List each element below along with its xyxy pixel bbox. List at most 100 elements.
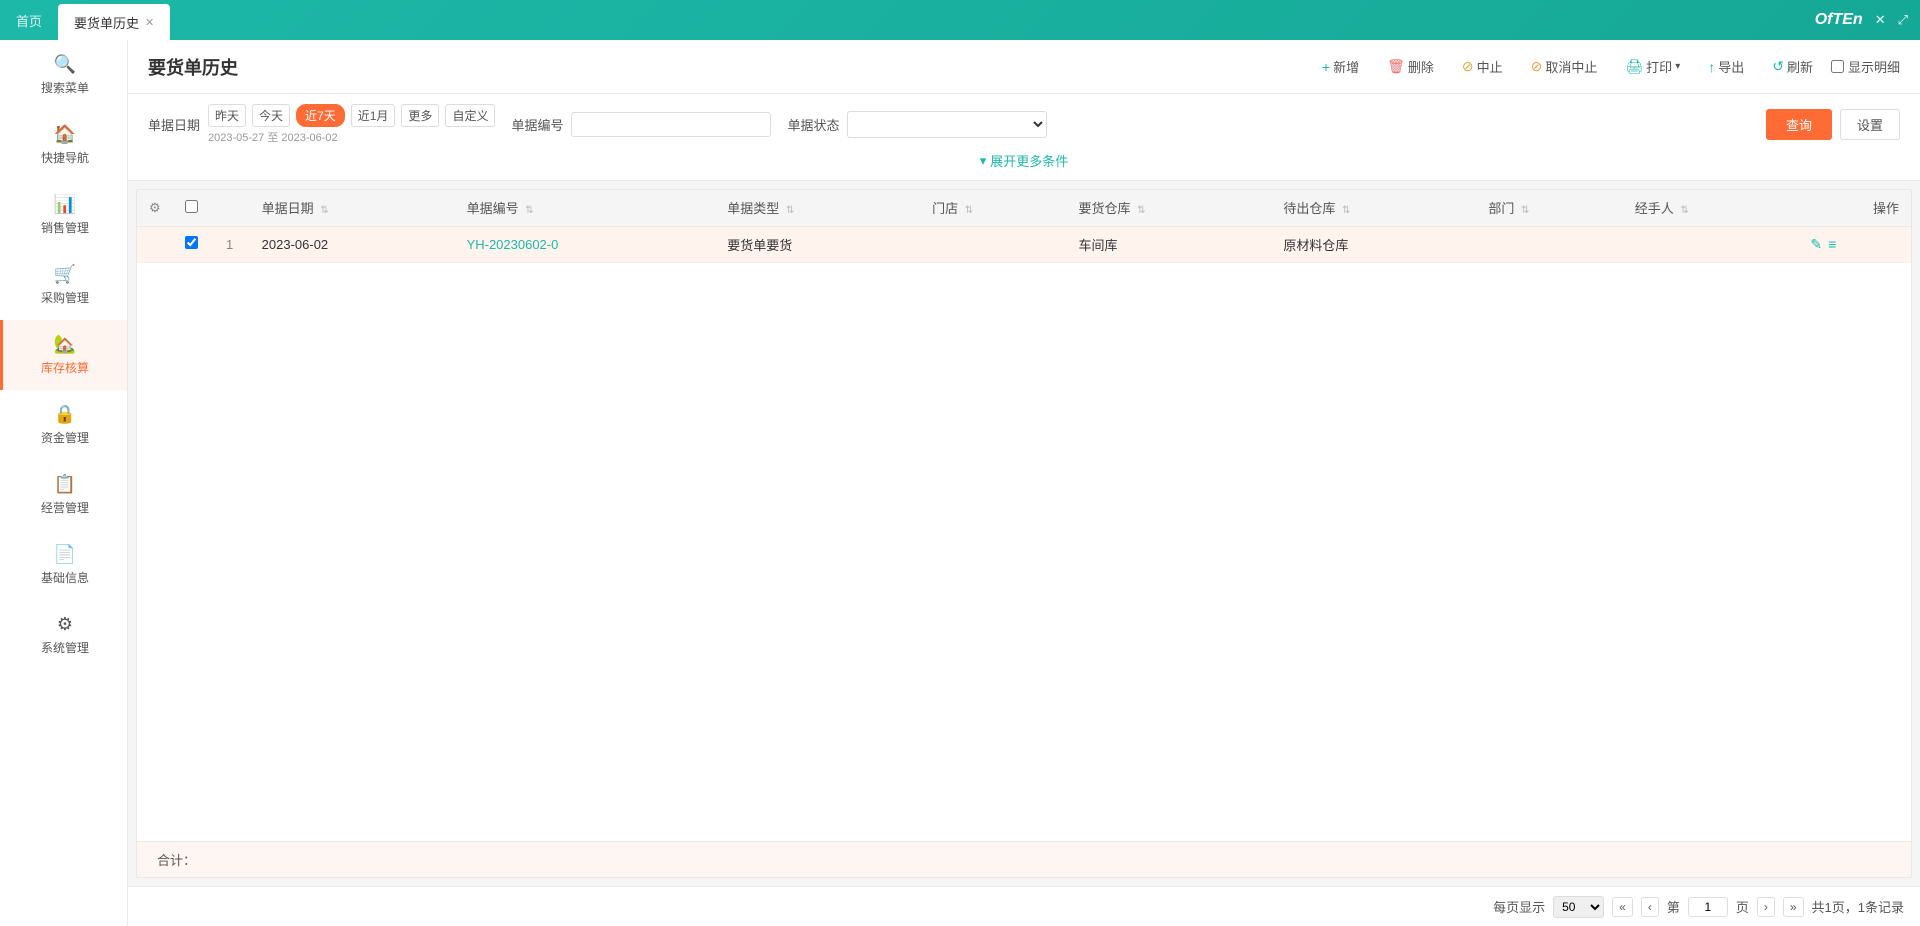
filter-area: 单据日期 昨天 今天 近7天 近1月 更多 自定义 2023-05-27 至 2… <box>128 94 1920 181</box>
table-footer: 合计： <box>137 841 1911 877</box>
date-btn-1month[interactable]: 近1月 <box>351 104 396 127</box>
export-button[interactable]: ↑ 导出 <box>1698 52 1754 81</box>
col-store[interactable]: 门店 ⇅ <box>920 190 1066 226</box>
window-resize-icon[interactable]: ⤢ <box>1898 12 1908 28</box>
print-label: 打印 <box>1646 57 1672 76</box>
date-btn-more[interactable]: 更多 <box>401 104 439 127</box>
tab-home[interactable]: 首页 <box>0 0 58 40</box>
cancel-stop-label: 取消中止 <box>1545 57 1597 76</box>
sales-mgmt-icon: 📊 <box>54 194 76 215</box>
last-page-button[interactable]: » <box>1783 897 1804 917</box>
finance-mgmt-icon: 🔒 <box>54 404 76 425</box>
col-settings[interactable]: ⚙ <box>137 190 173 226</box>
table-body: 1 2023-06-02 YH-20230602-0 要货单要货 车间库 原材料… <box>137 226 1911 262</box>
cell-doc-date: 2023-06-02 <box>250 226 455 262</box>
sidebar-item-sys-mgmt[interactable]: ⚙ 系统管理 <box>0 600 127 670</box>
col-req-warehouse[interactable]: 要货仓库 ⇅ <box>1067 190 1272 226</box>
refresh-button[interactable]: ↺ 刷新 <box>1762 52 1823 81</box>
doc-no-input[interactable] <box>571 112 771 137</box>
date-btn-yesterday[interactable]: 昨天 <box>208 104 246 127</box>
col-doc-type[interactable]: 单据类型 ⇅ <box>715 190 920 226</box>
next-page-button[interactable]: › <box>1757 897 1775 917</box>
doc-no-link[interactable]: YH-20230602-0 <box>467 237 559 252</box>
cell-dept <box>1476 226 1622 262</box>
stop-icon: ⊘ <box>1462 58 1474 75</box>
cell-store <box>920 226 1066 262</box>
per-page-select[interactable]: 50 100 200 <box>1553 896 1604 918</box>
col-pending-warehouse[interactable]: 待出仓库 ⇅ <box>1271 190 1476 226</box>
show-detail-label: 显示明细 <box>1848 57 1900 76</box>
expand-chevron-icon: ▾ <box>980 153 987 169</box>
delete-icon: 🗑 <box>1387 58 1405 75</box>
col-ops: 操作 <box>1798 190 1911 226</box>
col-dept-label: 部门 <box>1488 201 1514 216</box>
query-button[interactable]: 查询 <box>1766 109 1832 140</box>
sidebar-item-ops-mgmt[interactable]: 📋 经营管理 <box>0 460 127 530</box>
prev-page-button[interactable]: ‹ <box>1641 897 1659 917</box>
delete-button[interactable]: 🗑 删除 <box>1377 52 1444 81</box>
cell-doc-type: 要货单要货 <box>715 226 920 262</box>
status-select[interactable] <box>847 111 1047 138</box>
expand-more-label: 展开更多条件 <box>990 151 1068 170</box>
sys-mgmt-icon: ⚙ <box>57 614 73 635</box>
first-page-button[interactable]: « <box>1612 897 1633 917</box>
cell-pending-warehouse: 原材料仓库 <box>1271 226 1476 262</box>
cell-checkbox[interactable] <box>173 226 210 262</box>
cell-doc-no[interactable]: YH-20230602-0 <box>455 226 716 262</box>
sidebar-item-sales-mgmt[interactable]: 📊 销售管理 <box>0 180 127 250</box>
page-suffix: 页 <box>1736 897 1749 916</box>
date-filter-controls: 昨天 今天 近7天 近1月 更多 自定义 2023-05-27 至 2023-0… <box>208 104 495 145</box>
cancel-stop-button[interactable]: ⊘ 取消中止 <box>1521 52 1608 81</box>
col-handler[interactable]: 经手人 ⇅ <box>1623 190 1799 226</box>
doc-no-filter-group: 单据编号 <box>511 112 771 137</box>
col-doc-type-label: 单据类型 <box>727 201 779 216</box>
sidebar-item-inventory-calc[interactable]: 🏡 库存核算 <box>0 320 127 390</box>
row-more-icon[interactable]: ≡ <box>1828 236 1836 253</box>
tab-requisition-history[interactable]: 要货单历史 ✕ <box>58 4 170 40</box>
new-icon: + <box>1322 59 1330 75</box>
filter-actions: 查询 设置 <box>1766 109 1900 140</box>
sidebar-item-basic-info[interactable]: 📄 基础信息 <box>0 530 127 600</box>
tab-requisition-history-label: 要货单历史 <box>74 13 139 32</box>
page-number-input[interactable] <box>1688 897 1728 917</box>
select-all-checkbox[interactable] <box>185 200 198 213</box>
window-close-icon[interactable]: ✕ <box>1875 12 1886 28</box>
date-btn-today[interactable]: 今天 <box>252 104 290 127</box>
col-doc-no[interactable]: 单据编号 ⇅ <box>455 190 716 226</box>
refresh-label: 刷新 <box>1787 57 1813 76</box>
show-detail-checkbox-input[interactable] <box>1831 60 1844 73</box>
table-row[interactable]: 1 2023-06-02 YH-20230602-0 要货单要货 车间库 原材料… <box>137 226 1911 262</box>
row-edit-icon[interactable]: ✎ <box>1810 236 1822 253</box>
settings-button[interactable]: 设置 <box>1840 109 1900 140</box>
status-filter-group: 单据状态 <box>787 111 1047 138</box>
date-filter-group: 单据日期 昨天 今天 近7天 近1月 更多 自定义 2023-05-27 至 2… <box>148 104 495 145</box>
col-dept[interactable]: 部门 ⇅ <box>1476 190 1622 226</box>
sidebar-label-quick-nav: 快捷导航 <box>41 149 89 166</box>
page-header: 要货单历史 + 新增 🗑 删除 ⊘ 中止 ⊘ <box>128 40 1920 94</box>
sidebar-item-search-menu[interactable]: 🔍 搜索菜单 <box>0 40 127 110</box>
date-btn-custom[interactable]: 自定义 <box>445 104 495 127</box>
sidebar-item-quick-nav[interactable]: 🏠 快捷导航 <box>0 110 127 180</box>
date-btn-7days[interactable]: 近7天 <box>296 104 345 127</box>
sidebar-item-finance-mgmt[interactable]: 🔒 资金管理 <box>0 390 127 460</box>
show-detail-toggle[interactable]: 显示明细 <box>1831 57 1900 76</box>
sort-handler-icon: ⇅ <box>1680 205 1688 216</box>
stop-button[interactable]: ⊘ 中止 <box>1452 52 1513 81</box>
col-doc-date[interactable]: 单据日期 ⇅ <box>250 190 455 226</box>
tab-home-label: 首页 <box>16 11 42 30</box>
data-table: ⚙ 单据日期 ⇅ 单据编号 ⇅ <box>137 190 1911 263</box>
row-checkbox[interactable] <box>185 236 198 249</box>
cell-ops: ✎ ≡ <box>1798 226 1911 262</box>
content-area: 要货单历史 + 新增 🗑 删除 ⊘ 中止 ⊘ <box>128 40 1920 926</box>
col-pending-warehouse-label: 待出仓库 <box>1283 201 1335 216</box>
inventory-calc-icon: 🏡 <box>54 334 76 355</box>
print-button[interactable]: 🖨 打印 ▾ <box>1615 52 1690 81</box>
total-info: 共1页，1条记录 <box>1812 897 1904 916</box>
page-label: 第 <box>1667 897 1680 916</box>
new-button[interactable]: + 新增 <box>1312 52 1369 81</box>
sidebar-item-purchase-mgmt[interactable]: 🛒 采购管理 <box>0 250 127 320</box>
cell-req-warehouse: 车间库 <box>1067 226 1272 262</box>
tab-close-icon[interactable]: ✕ <box>145 16 154 29</box>
expand-more-btn[interactable]: ▾ 展开更多条件 <box>980 151 1069 170</box>
col-req-warehouse-label: 要货仓库 <box>1079 201 1131 216</box>
